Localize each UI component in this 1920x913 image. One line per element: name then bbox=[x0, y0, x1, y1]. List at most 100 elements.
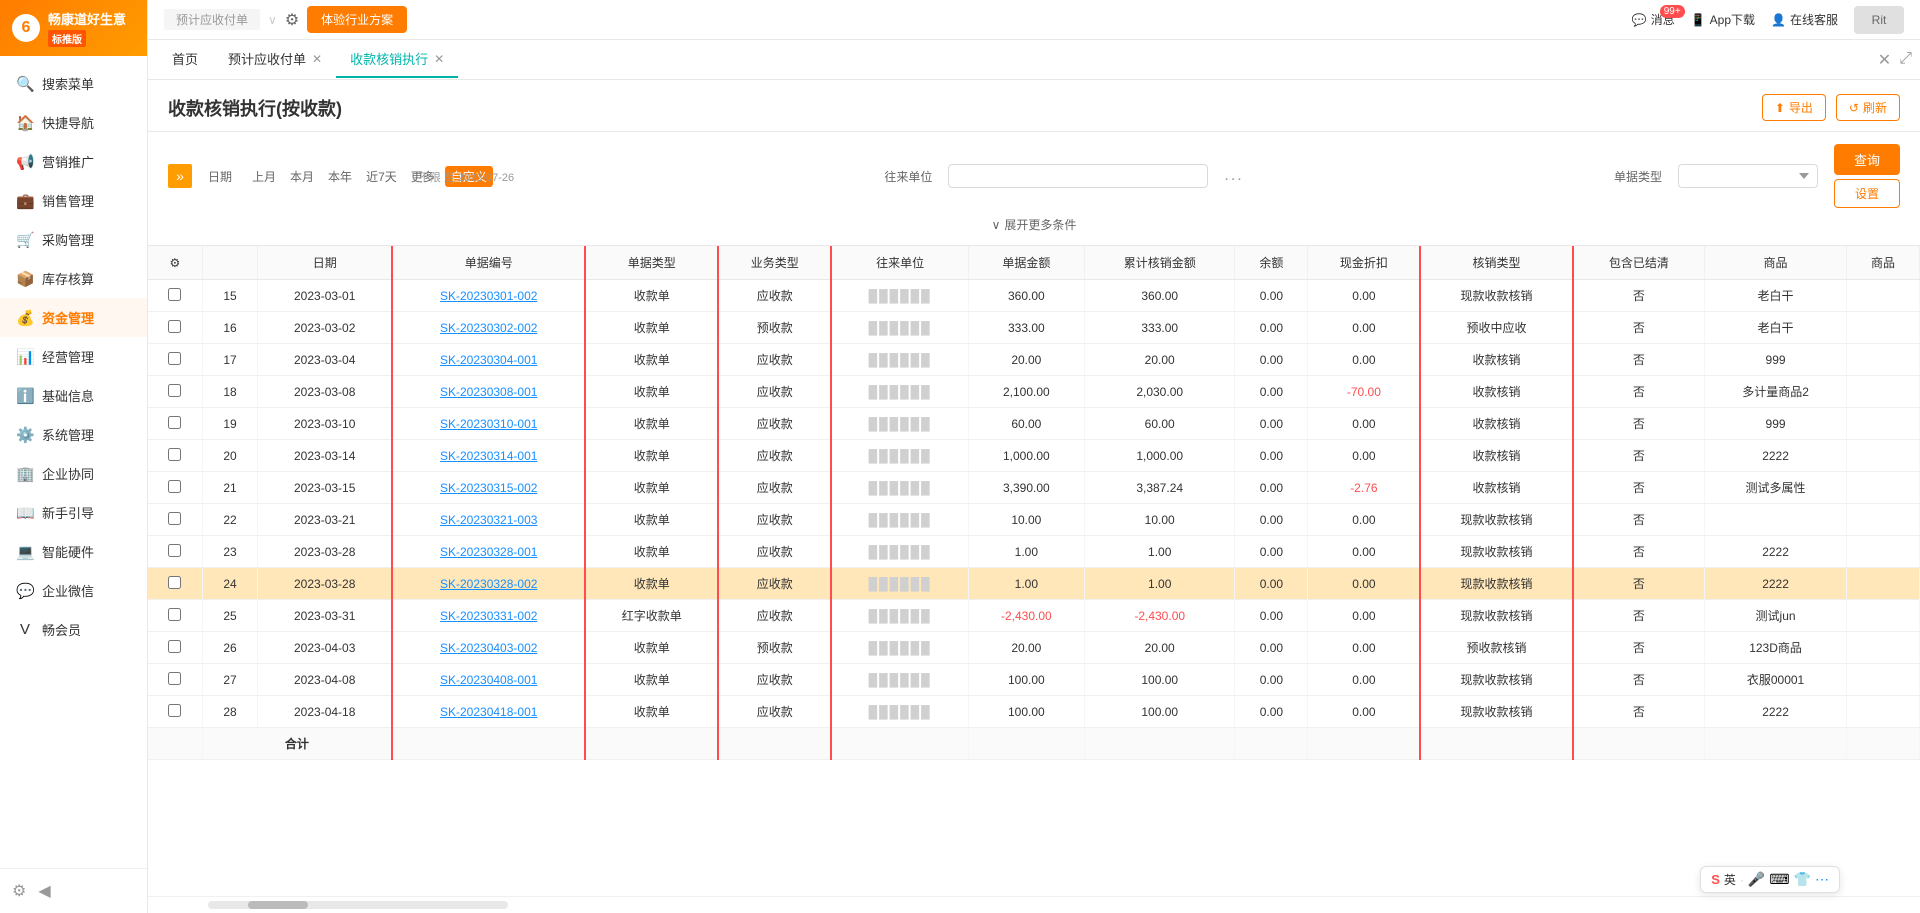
row-select[interactable] bbox=[148, 376, 202, 408]
row-select[interactable] bbox=[148, 696, 202, 728]
avatar[interactable]: Rit bbox=[1854, 6, 1904, 34]
tab-verify[interactable]: 收款核销执行 ✕ bbox=[336, 41, 458, 78]
row-order-no[interactable]: SK-20230403-002 bbox=[392, 632, 585, 664]
header-settings-icon[interactable]: ⚙ bbox=[285, 10, 299, 30]
row-checkbox[interactable] bbox=[168, 640, 181, 653]
row-checkbox[interactable] bbox=[168, 608, 181, 621]
sidebar-item-shortcut[interactable]: 🏠快捷导航 bbox=[0, 103, 147, 142]
row-order-no[interactable]: SK-20230301-002 bbox=[392, 280, 585, 312]
sidebar-item-corp[interactable]: 🏢企业协同 bbox=[0, 454, 147, 493]
row-select[interactable] bbox=[148, 568, 202, 600]
ime-keyboard-icon[interactable]: ⌨ bbox=[1769, 871, 1789, 888]
col-header-include-settled[interactable]: 包含已结清 bbox=[1573, 246, 1705, 280]
ime-more-icon[interactable]: ⋯ bbox=[1815, 871, 1829, 888]
sidebar-item-basic[interactable]: ℹ️基础信息 bbox=[0, 376, 147, 415]
row-select[interactable] bbox=[148, 600, 202, 632]
date-this-year[interactable]: 本年 bbox=[324, 166, 356, 187]
row-checkbox[interactable] bbox=[168, 384, 181, 397]
refresh-button[interactable]: ↺ 刷新 bbox=[1836, 94, 1900, 121]
col-header-date[interactable]: 日期 bbox=[258, 246, 392, 280]
row-checkbox[interactable] bbox=[168, 672, 181, 685]
tab-close-all[interactable]: ✕ bbox=[1878, 50, 1891, 70]
col-header-settings[interactable]: ⚙ bbox=[148, 246, 202, 280]
row-select[interactable] bbox=[148, 408, 202, 440]
settings-button[interactable]: 设置 bbox=[1834, 179, 1900, 208]
sidebar-item-operation[interactable]: 📊经营管理 bbox=[0, 337, 147, 376]
sidebar-item-system[interactable]: ⚙️系统管理 bbox=[0, 415, 147, 454]
sidebar-item-search[interactable]: 🔍搜索菜单 bbox=[0, 64, 147, 103]
row-order-no[interactable]: SK-20230315-002 bbox=[392, 472, 585, 504]
tab-maximize[interactable]: ⤢ bbox=[1899, 50, 1912, 70]
row-select[interactable] bbox=[148, 472, 202, 504]
sidebar-item-marketing[interactable]: 📢营销推广 bbox=[0, 142, 147, 181]
scroll-thumb[interactable] bbox=[248, 901, 308, 909]
col-header-amount[interactable]: 单据金额 bbox=[968, 246, 1084, 280]
doc-type-select[interactable] bbox=[1678, 164, 1818, 188]
row-order-no[interactable]: SK-20230308-001 bbox=[392, 376, 585, 408]
row-select[interactable] bbox=[148, 344, 202, 376]
date-prev-month[interactable]: 上月 bbox=[248, 166, 280, 187]
row-checkbox[interactable] bbox=[168, 512, 181, 525]
row-select[interactable] bbox=[148, 632, 202, 664]
sidebar-item-inventory[interactable]: 📦库存核算 bbox=[0, 259, 147, 298]
sidebar-item-guide[interactable]: 📖新手引导 bbox=[0, 493, 147, 532]
sidebar-item-sales[interactable]: 💼销售管理 bbox=[0, 181, 147, 220]
message-button[interactable]: 💬 消息 99+ bbox=[1632, 11, 1675, 28]
tab-prepay-close[interactable]: ✕ bbox=[312, 52, 322, 66]
expand-more-button[interactable]: ∨ 展开更多条件 bbox=[992, 216, 1077, 233]
row-order-no[interactable]: SK-20230331-002 bbox=[392, 600, 585, 632]
tab-verify-close[interactable]: ✕ bbox=[434, 52, 444, 66]
app-download-button[interactable]: 📱 App下载 bbox=[1691, 11, 1755, 28]
settings-bottom-icon[interactable]: ⚙ bbox=[12, 881, 26, 901]
row-checkbox[interactable] bbox=[168, 576, 181, 589]
col-header-balance[interactable]: 余额 bbox=[1235, 246, 1308, 280]
col-header-order-no[interactable]: 单据编号 bbox=[392, 246, 585, 280]
query-button[interactable]: 查询 bbox=[1834, 144, 1900, 175]
row-select[interactable] bbox=[148, 536, 202, 568]
row-checkbox[interactable] bbox=[168, 352, 181, 365]
ime-shirt-icon[interactable]: 👕 bbox=[1794, 871, 1811, 888]
collapse-icon[interactable]: ◀ bbox=[38, 881, 50, 901]
col-header-doc-type[interactable]: 单据类型 bbox=[585, 246, 718, 280]
row-order-no[interactable]: SK-20230304-001 bbox=[392, 344, 585, 376]
row-select[interactable] bbox=[148, 440, 202, 472]
row-order-no[interactable]: SK-20230328-002 bbox=[392, 568, 585, 600]
export-button[interactable]: ⬆ 导出 bbox=[1762, 94, 1826, 121]
sidebar-item-wechat[interactable]: 💬企业微信 bbox=[0, 571, 147, 610]
col-header-verify-type[interactable]: 核销类型 bbox=[1420, 246, 1572, 280]
row-select[interactable] bbox=[148, 280, 202, 312]
row-order-no[interactable]: SK-20230302-002 bbox=[392, 312, 585, 344]
row-select[interactable] bbox=[148, 504, 202, 536]
row-order-no[interactable]: SK-20230310-001 bbox=[392, 408, 585, 440]
solution-button[interactable]: 体验行业方案 bbox=[307, 6, 407, 33]
sidebar-item-purchase[interactable]: 🛒采购管理 bbox=[0, 220, 147, 259]
tab-prepay[interactable]: 预计应收付单 ✕ bbox=[214, 41, 336, 78]
row-order-no[interactable]: SK-20230418-001 bbox=[392, 696, 585, 728]
row-order-no[interactable]: SK-20230321-003 bbox=[392, 504, 585, 536]
row-order-no[interactable]: SK-20230408-001 bbox=[392, 664, 585, 696]
sidebar-item-finance[interactable]: 💰资金管理 bbox=[0, 298, 147, 337]
row-select[interactable] bbox=[148, 664, 202, 696]
scroll-bar[interactable] bbox=[208, 901, 508, 909]
partner-input[interactable] bbox=[948, 164, 1208, 188]
row-checkbox[interactable] bbox=[168, 416, 181, 429]
date-7days[interactable]: 近7天 bbox=[362, 166, 401, 187]
col-header-partner[interactable]: 往来单位 bbox=[831, 246, 968, 280]
col-header-verified[interactable]: 累计核销金额 bbox=[1084, 246, 1235, 280]
row-checkbox[interactable] bbox=[168, 704, 181, 717]
row-checkbox[interactable] bbox=[168, 448, 181, 461]
row-checkbox[interactable] bbox=[168, 544, 181, 557]
col-header-biz-type[interactable]: 业务类型 bbox=[718, 246, 831, 280]
col-header-cash-discount[interactable]: 现金折扣 bbox=[1308, 246, 1421, 280]
sidebar-item-hardware[interactable]: 💻智能硬件 bbox=[0, 532, 147, 571]
row-select[interactable] bbox=[148, 312, 202, 344]
online-service-button[interactable]: 👤 在线客服 bbox=[1771, 11, 1838, 28]
filter-toggle-button[interactable]: » bbox=[168, 164, 192, 188]
tab-home[interactable]: 首页 bbox=[156, 41, 214, 78]
sidebar-item-member[interactable]: V畅会员 bbox=[0, 610, 147, 649]
row-checkbox[interactable] bbox=[168, 320, 181, 333]
row-checkbox[interactable] bbox=[168, 288, 181, 301]
row-order-no[interactable]: SK-20230328-001 bbox=[392, 536, 585, 568]
date-this-month[interactable]: 本月 bbox=[286, 166, 318, 187]
row-order-no[interactable]: SK-20230314-001 bbox=[392, 440, 585, 472]
